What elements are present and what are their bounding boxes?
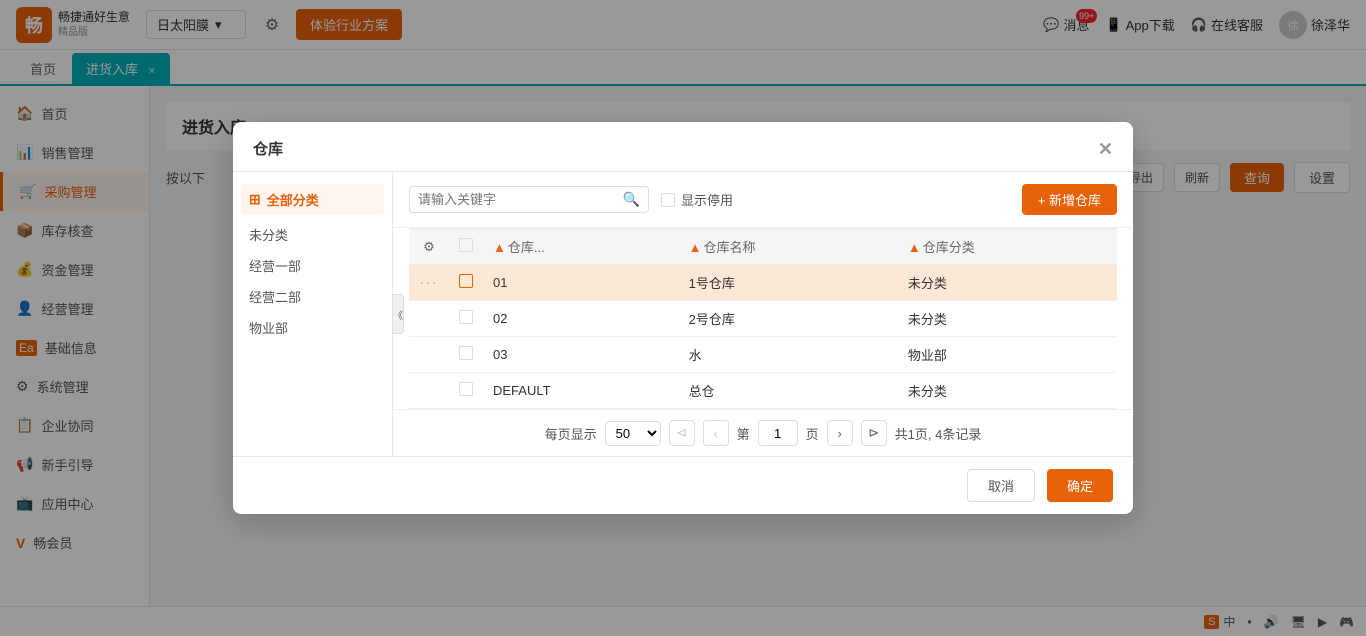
row-category: 未分类	[898, 301, 1117, 337]
category-collapse-button[interactable]: 《	[392, 294, 404, 334]
col-name: ▲仓库名称	[679, 229, 898, 265]
modal-overlay[interactable]: 仓库 ✕ ⊞ 全部分类 未分类 经营一部 经营二部 物业部 《	[0, 0, 1366, 636]
dialog-title: 仓库	[253, 138, 283, 159]
add-warehouse-button[interactable]: + 新增仓库	[1022, 184, 1117, 215]
row-code: 03	[483, 337, 679, 373]
table-row[interactable]: 02 2号仓库 未分类	[409, 301, 1117, 337]
category-item-ops1[interactable]: 经营一部	[241, 250, 384, 281]
cancel-button[interactable]: 取消	[967, 469, 1035, 502]
right-panel: 🔍 显示停用 + 新增仓库 ⚙	[393, 172, 1133, 456]
table-row[interactable]: DEFAULT 总仓 未分类	[409, 373, 1117, 409]
dialog-close-button[interactable]: ✕	[1098, 140, 1113, 158]
per-page-select[interactable]: 102050100	[605, 421, 661, 446]
pagination: 每页显示 102050100 ⊲ ‹ 第 页 › ⊳ 共1页, 4条记录	[393, 409, 1133, 456]
prev-page-button[interactable]: ‹	[703, 420, 729, 446]
category-item-property[interactable]: 物业部	[241, 312, 384, 343]
row-code: 02	[483, 301, 679, 337]
search-icon[interactable]: 🔍	[623, 191, 640, 208]
row-checkbox[interactable]	[449, 337, 483, 373]
row-actions	[409, 373, 449, 409]
category-item-ops2[interactable]: 经营二部	[241, 281, 384, 312]
row-checkbox[interactable]	[449, 301, 483, 337]
last-page-button[interactable]: ⊳	[861, 420, 887, 446]
row-name: 水	[679, 337, 898, 373]
dialog-toolbar: 🔍 显示停用 + 新增仓库	[393, 172, 1133, 228]
dialog-footer: 取消 确定	[233, 456, 1133, 514]
row-checkbox[interactable]	[449, 373, 483, 409]
row-checkbox[interactable]	[449, 265, 483, 301]
row-more-icon[interactable]: ···	[420, 275, 439, 290]
warehouse-dialog: 仓库 ✕ ⊞ 全部分类 未分类 经营一部 经营二部 物业部 《	[233, 122, 1133, 514]
col-checkbox	[449, 229, 483, 265]
search-input[interactable]	[418, 192, 623, 207]
warehouse-table-wrap: ⚙ ▲仓库... ▲仓库名称 ▲仓库分类 ··· 01 1号仓库 未分类	[393, 228, 1133, 409]
category-all-item[interactable]: ⊞ 全部分类	[241, 184, 384, 215]
row-code: DEFAULT	[483, 373, 679, 409]
dialog-body: ⊞ 全部分类 未分类 经营一部 经营二部 物业部 《 🔍	[233, 172, 1133, 456]
row-actions	[409, 337, 449, 373]
row-actions	[409, 301, 449, 337]
row-category: 未分类	[898, 265, 1117, 301]
row-category: 物业部	[898, 337, 1117, 373]
search-box: 🔍	[409, 186, 649, 213]
row-actions: ···	[409, 265, 449, 301]
col-code: ▲仓库...	[483, 229, 679, 265]
next-page-button[interactable]: ›	[827, 420, 853, 446]
col-category: ▲仓库分类	[898, 229, 1117, 265]
page-input[interactable]	[758, 420, 798, 446]
grid-icon: ⊞	[249, 191, 261, 208]
row-name: 1号仓库	[679, 265, 898, 301]
select-all-checkbox[interactable]	[459, 238, 473, 252]
table-row[interactable]: ··· 01 1号仓库 未分类	[409, 265, 1117, 301]
col-settings: ⚙	[409, 229, 449, 265]
row-code: 01	[483, 265, 679, 301]
category-item-unclassified[interactable]: 未分类	[241, 219, 384, 250]
first-page-button[interactable]: ⊲	[669, 420, 695, 446]
table-row[interactable]: 03 水 物业部	[409, 337, 1117, 373]
dialog-header: 仓库 ✕	[233, 122, 1133, 172]
row-category: 未分类	[898, 373, 1117, 409]
confirm-button[interactable]: 确定	[1047, 469, 1113, 502]
show-disabled-checkbox[interactable]	[661, 193, 675, 207]
row-name: 总仓	[679, 373, 898, 409]
category-panel: ⊞ 全部分类 未分类 经营一部 经营二部 物业部 《	[233, 172, 393, 456]
row-name: 2号仓库	[679, 301, 898, 337]
warehouse-table: ⚙ ▲仓库... ▲仓库名称 ▲仓库分类 ··· 01 1号仓库 未分类	[409, 228, 1117, 409]
show-disabled-toggle[interactable]: 显示停用	[661, 190, 733, 209]
